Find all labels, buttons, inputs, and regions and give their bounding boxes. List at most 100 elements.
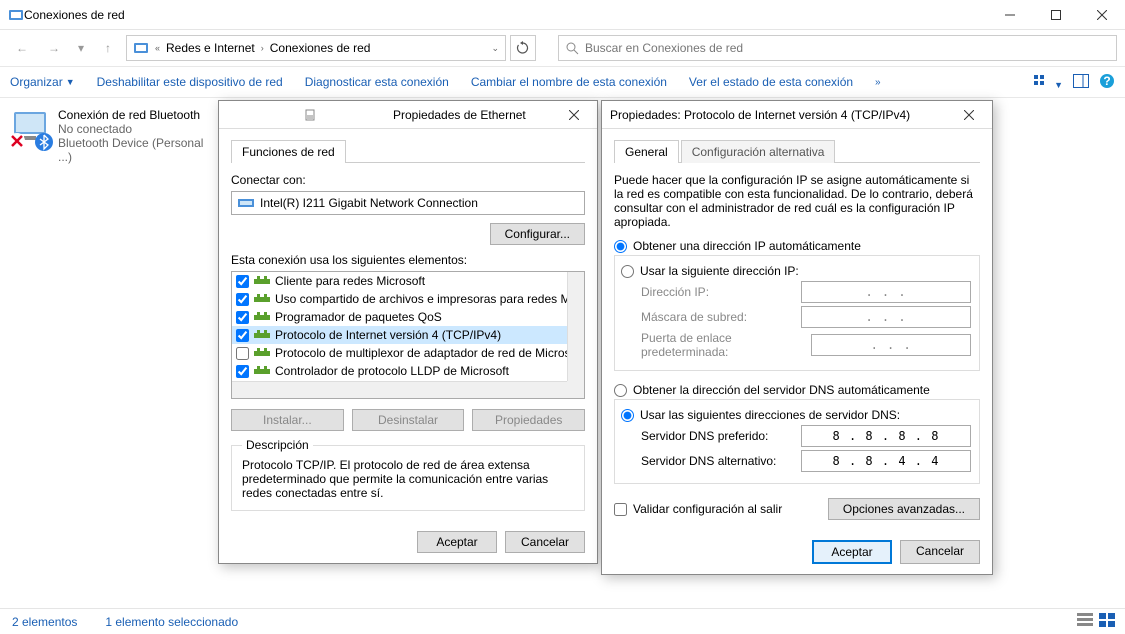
component-item[interactable]: Uso compartido de archivos e impresoras …	[232, 290, 584, 308]
organize-menu[interactable]: Organizar ▼	[10, 75, 75, 89]
error-x-icon	[8, 132, 26, 150]
configure-button[interactable]: Configurar...	[490, 223, 585, 245]
component-checkbox[interactable]	[236, 275, 249, 288]
network-center-icon	[133, 40, 149, 56]
eth-cancel-button[interactable]: Cancelar	[505, 531, 585, 553]
ip-close-button[interactable]	[954, 103, 984, 127]
validate-checkbox[interactable]	[614, 503, 627, 516]
gateway-label: Puerta de enlace predeterminada:	[641, 331, 811, 359]
component-item[interactable]: Controlador de protocolo LLDP de Microso…	[232, 362, 584, 380]
forward-button[interactable]: →	[40, 34, 68, 62]
protocol-icon	[254, 363, 270, 379]
breadcrumb-leaf[interactable]: Conexiones de red	[270, 41, 371, 55]
subnet-mask-label: Máscara de subred:	[641, 310, 747, 324]
radio-auto-ip-input[interactable]	[614, 240, 627, 253]
ethernet-properties-dialog: Propiedades de Ethernet Funciones de red…	[218, 100, 598, 564]
radio-manual-ip[interactable]: Usar la siguiente dirección IP:	[621, 264, 971, 278]
component-item[interactable]: Programador de paquetes QoS	[232, 308, 584, 326]
eth-dialog-titlebar[interactable]: Propiedades de Ethernet	[219, 101, 597, 129]
validate-label: Validar configuración al salir	[633, 502, 782, 516]
tab-alternative[interactable]: Configuración alternativa	[681, 140, 836, 163]
connection-device: Bluetooth Device (Personal ...)	[58, 136, 220, 164]
uses-label: Esta conexión usa los siguientes element…	[231, 253, 585, 267]
protocol-icon	[254, 309, 270, 325]
search-input[interactable]: Buscar en Conexiones de red	[558, 35, 1117, 61]
connection-name: Conexión de red Bluetooth	[58, 108, 220, 122]
radio-auto-dns-input[interactable]	[614, 384, 627, 397]
maximize-button[interactable]	[1033, 0, 1079, 30]
adapter-name: Intel(R) I211 Gigabit Network Connection	[260, 196, 478, 210]
protocol-icon	[254, 291, 270, 307]
window-titlebar: Conexiones de red	[0, 0, 1125, 30]
address-bar[interactable]: « Redes e Internet › Conexiones de red ⌄	[126, 35, 506, 61]
component-label: Programador de paquetes QoS	[275, 310, 442, 324]
ip-address-input[interactable]: . . .	[801, 281, 971, 303]
component-checkbox[interactable]	[236, 347, 249, 360]
ip-dialog-title: Propiedades: Protocolo de Internet versi…	[610, 108, 954, 122]
minimize-button[interactable]	[987, 0, 1033, 30]
refresh-button[interactable]	[510, 35, 536, 61]
up-button[interactable]: ↑	[94, 34, 122, 62]
scrollbar-horizontal[interactable]	[232, 381, 567, 398]
window-title: Conexiones de red	[24, 8, 987, 22]
radio-auto-dns[interactable]: Obtener la dirección del servidor DNS au…	[614, 383, 980, 397]
ip-dialog-titlebar[interactable]: Propiedades: Protocolo de Internet versi…	[602, 101, 992, 129]
ip-ok-button[interactable]: Aceptar	[812, 540, 892, 564]
dns-preferred-input[interactable]: 8 . 8 . 8 . 8	[801, 425, 971, 447]
component-checkbox[interactable]	[236, 365, 249, 378]
ip-cancel-button[interactable]: Cancelar	[900, 540, 980, 564]
properties-button[interactable]: Propiedades	[472, 409, 585, 431]
uninstall-button[interactable]: Desinstalar	[352, 409, 465, 431]
nic-icon	[238, 195, 254, 211]
view-status-link[interactable]: Ver el estado de esta conexión	[689, 75, 853, 89]
gateway-input[interactable]: . . .	[811, 334, 971, 356]
radio-manual-dns-input[interactable]	[621, 409, 634, 422]
radio-auto-ip[interactable]: Obtener una dirección IP automáticamente	[614, 239, 980, 253]
disable-device-link[interactable]: Deshabilitar este dispositivo de red	[97, 75, 283, 89]
chevron-right-icon: ›	[261, 43, 264, 53]
install-button[interactable]: Instalar...	[231, 409, 344, 431]
connection-item-bluetooth[interactable]: Conexión de red Bluetooth No conectado B…	[10, 108, 220, 164]
ip-address-label: Dirección IP:	[641, 285, 709, 299]
chevron-right-icon: «	[155, 43, 160, 53]
adapter-field: Intel(R) I211 Gigabit Network Connection	[231, 191, 585, 215]
eth-close-button[interactable]	[559, 103, 589, 127]
components-listbox[interactable]: Cliente para redes MicrosoftUso comparti…	[231, 271, 585, 399]
rename-link[interactable]: Cambiar el nombre de esta conexión	[471, 75, 667, 89]
component-item[interactable]: Protocolo de Internet versión 4 (TCP/IPv…	[232, 326, 584, 344]
tab-network-functions[interactable]: Funciones de red	[231, 140, 346, 163]
component-item[interactable]: Protocolo de multiplexor de adaptador de…	[232, 344, 584, 362]
nav-row: ← → ▾ ↑ « Redes e Internet › Conexiones …	[0, 30, 1125, 66]
chevron-down-icon[interactable]: ⌄	[491, 43, 499, 54]
close-button[interactable]	[1079, 0, 1125, 30]
details-view-icon[interactable]	[1077, 613, 1093, 630]
radio-manual-ip-input[interactable]	[621, 265, 634, 278]
scrollbar-vertical[interactable]	[567, 272, 584, 381]
subnet-mask-input[interactable]: . . .	[801, 306, 971, 328]
component-checkbox[interactable]	[236, 329, 249, 342]
recent-dropdown[interactable]: ▾	[72, 34, 90, 62]
statusbar: 2 elementos 1 elemento seleccionado	[0, 608, 1125, 634]
description-text: Protocolo TCP/IP. El protocolo de red de…	[242, 458, 574, 500]
large-icons-view-icon[interactable]	[1099, 613, 1115, 630]
help-button[interactable]: ?	[1099, 73, 1115, 92]
component-item[interactable]: Cliente para redes Microsoft	[232, 272, 584, 290]
advanced-button[interactable]: Opciones avanzadas...	[828, 498, 980, 520]
dns-alternate-input[interactable]: 8 . 8 . 4 . 4	[801, 450, 971, 472]
search-icon	[565, 41, 579, 55]
preview-pane-toggle[interactable]	[1073, 74, 1089, 91]
component-checkbox[interactable]	[236, 311, 249, 324]
ipv4-properties-dialog: Propiedades: Protocolo de Internet versi…	[601, 100, 993, 575]
diagnose-link[interactable]: Diagnosticar esta conexión	[305, 75, 449, 89]
tab-general[interactable]: General	[614, 140, 679, 163]
more-chevron[interactable]: »	[875, 77, 881, 88]
breadcrumb-root[interactable]: Redes e Internet	[166, 41, 255, 55]
eth-ok-button[interactable]: Aceptar	[417, 531, 497, 553]
back-button[interactable]: ←	[8, 34, 36, 62]
connection-state: No conectado	[58, 122, 220, 136]
view-dropdown[interactable]: ▼	[1033, 74, 1063, 91]
component-label: Protocolo de Internet versión 4 (TCP/IPv…	[275, 328, 501, 342]
radio-manual-dns[interactable]: Usar las siguientes direcciones de servi…	[621, 408, 971, 422]
component-checkbox[interactable]	[236, 293, 249, 306]
network-center-icon	[8, 7, 24, 23]
